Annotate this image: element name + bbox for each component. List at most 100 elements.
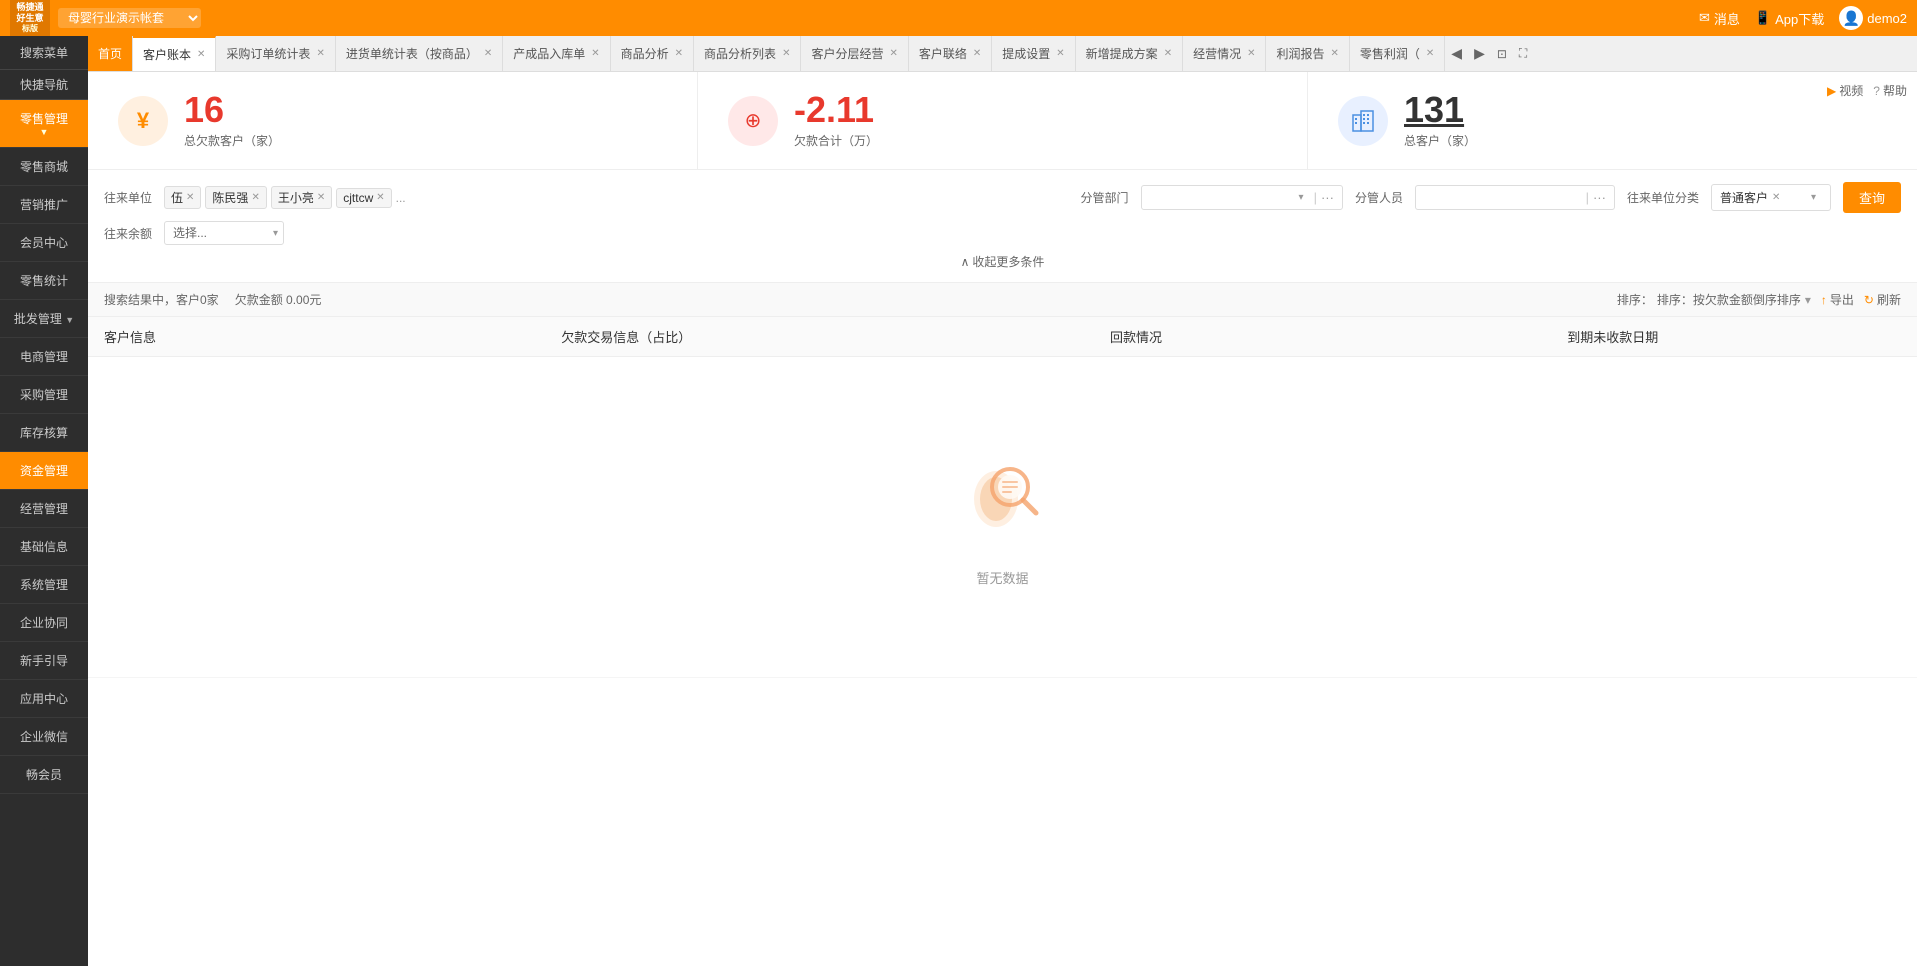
- export-icon: ↑: [1821, 293, 1827, 307]
- tag-close-cjttcw[interactable]: ✕: [376, 192, 384, 203]
- tab-label: 提成设置: [1002, 45, 1050, 62]
- tab-customer-book[interactable]: 客户账本 ✕: [133, 36, 216, 72]
- person-input-field[interactable]: [1424, 191, 1582, 205]
- stats-row: ▶ 视频 ? 帮助 ¥ 16: [88, 72, 1917, 170]
- export-btn[interactable]: ↑ 导出: [1821, 291, 1854, 308]
- stat-number-total-customers[interactable]: 131: [1404, 92, 1476, 128]
- avatar: 👤: [1839, 6, 1863, 30]
- tab-close-btn[interactable]: ✕: [484, 48, 492, 59]
- dept-more-icon[interactable]: ···: [1321, 190, 1334, 205]
- tab-close-btn[interactable]: ✕: [1426, 48, 1434, 59]
- filter-dept-input: ▾ | ···: [1141, 185, 1343, 210]
- app-subtitle: 标版: [22, 24, 38, 33]
- tab-customer-segment[interactable]: 客户分层经营 ✕: [801, 36, 908, 72]
- query-button[interactable]: 查询: [1843, 182, 1901, 213]
- sidebar-item-basic-info[interactable]: 基础信息: [0, 528, 88, 566]
- tabs-fullscreen-btn[interactable]: ⛶: [1513, 46, 1533, 61]
- sidebar-item-vip-member[interactable]: 畅会员: [0, 756, 88, 794]
- tabs-prev-btn[interactable]: ◀: [1445, 45, 1468, 62]
- filter-label-category: 往来单位分类: [1627, 189, 1699, 206]
- app-logo: 畅捷通 好生意 标版: [10, 0, 50, 36]
- tab-close-btn[interactable]: ✕: [1247, 48, 1255, 59]
- sidebar-item-retail-stats[interactable]: 零售统计: [0, 262, 88, 300]
- user-menu[interactable]: 👤 demo2: [1839, 6, 1907, 30]
- sidebar-item-enterprise-wechat[interactable]: 企业微信: [0, 718, 88, 756]
- sidebar-item-retail-shop[interactable]: 零售商城: [0, 148, 88, 186]
- refresh-icon: ↻: [1864, 293, 1874, 307]
- collapse-label: 收起更多条件: [972, 253, 1044, 270]
- person-more-icon[interactable]: ···: [1593, 190, 1606, 205]
- tab-close-btn[interactable]: ✕: [675, 48, 683, 59]
- filter-balance-select[interactable]: 选择...: [164, 221, 284, 245]
- tabs-menu-btn[interactable]: ⊡: [1491, 47, 1513, 61]
- table-summary: 搜索结果中，客户0家 欠款金额 0.00元: [104, 291, 321, 308]
- tab-close-btn[interactable]: ✕: [316, 48, 324, 59]
- sidebar-item-business-mgmt[interactable]: 经营管理: [0, 490, 88, 528]
- sidebar-item-wholesale-mgmt[interactable]: 批发管理 ▼: [0, 300, 88, 338]
- sidebar-search[interactable]: 搜索菜单: [0, 36, 88, 70]
- top-bar-left: 畅捷通 好生意 标版 母婴行业演示帐套: [10, 0, 201, 36]
- tag-close-ou[interactable]: ✕: [186, 192, 194, 203]
- sort-select-wrap: 排序： 排序：按欠款金额倒序排序 ▾: [1617, 291, 1811, 308]
- stat-icon-amount: ⊕: [728, 96, 778, 146]
- tab-close-btn[interactable]: ✕: [973, 48, 981, 59]
- sidebar-item-label: 零售管理: [6, 110, 82, 127]
- sort-label: 排序：: [1617, 291, 1653, 308]
- tab-product-analysis-list[interactable]: 商品分析列表 ✕: [694, 36, 801, 72]
- sidebar-item-finance-mgmt[interactable]: 资金管理: [0, 452, 88, 490]
- sidebar-item-member-center[interactable]: 会员中心: [0, 224, 88, 262]
- sidebar-item-ecommerce[interactable]: 电商管理: [0, 338, 88, 376]
- collapse-btn[interactable]: ∧ 收起更多条件: [961, 253, 1045, 270]
- sidebar-quick-nav[interactable]: 快捷导航: [0, 70, 88, 100]
- sidebar-item-system-mgmt[interactable]: 系统管理: [0, 566, 88, 604]
- credit-icon: ⊕: [745, 108, 762, 133]
- dept-input-field[interactable]: [1150, 191, 1305, 205]
- table-row: 暂无数据: [88, 357, 1917, 678]
- tab-purchase-stats[interactable]: 进货单统计表（按商品） ✕: [336, 36, 503, 72]
- tab-close-btn[interactable]: ✕: [197, 49, 205, 60]
- stat-label-credit-customers: 总欠款客户（家）: [184, 132, 280, 149]
- tab-product-analysis[interactable]: 商品分析 ✕: [611, 36, 694, 72]
- tab-close-btn[interactable]: ✕: [782, 48, 790, 59]
- tab-profit-report[interactable]: 利润报告 ✕: [1266, 36, 1349, 72]
- tab-customer-contact[interactable]: 客户联络 ✕: [909, 36, 992, 72]
- sidebar-item-purchase-mgmt[interactable]: 采购管理: [0, 376, 88, 414]
- sidebar-item-new-user-guide[interactable]: 新手引导: [0, 642, 88, 680]
- tab-close-btn[interactable]: ✕: [1331, 48, 1339, 59]
- more-tags-btn[interactable]: ...: [396, 191, 406, 205]
- tab-close-btn[interactable]: ✕: [1056, 48, 1064, 59]
- sidebar-item-marketing[interactable]: 营销推广: [0, 186, 88, 224]
- filter-label-unit: 往来单位: [104, 189, 152, 206]
- tab-label: 客户账本: [143, 46, 191, 63]
- tab-business-status[interactable]: 经营情况 ✕: [1183, 36, 1266, 72]
- tab-cost-receipt[interactable]: 产成品入库单 ✕: [503, 36, 610, 72]
- account-select[interactable]: 母婴行业演示帐套: [58, 8, 201, 28]
- tab-retail-profit[interactable]: 零售利润（ ✕: [1350, 36, 1445, 72]
- category-tag-close[interactable]: ✕: [1772, 192, 1780, 203]
- sidebar-item-enterprise-collab[interactable]: 企业协同: [0, 604, 88, 642]
- tab-close-btn[interactable]: ✕: [889, 48, 897, 59]
- refresh-btn[interactable]: ↻ 刷新: [1864, 291, 1901, 308]
- category-tag-label: 普通客户: [1720, 189, 1768, 206]
- tag-close-wang[interactable]: ✕: [317, 192, 325, 203]
- empty-icon: [958, 447, 1048, 556]
- app-download-btn[interactable]: 📱 App下载: [1755, 9, 1824, 28]
- sidebar-item-inventory[interactable]: 库存核算: [0, 414, 88, 452]
- stat-number-credit-customers[interactable]: 16: [184, 92, 280, 128]
- tab-close-btn[interactable]: ✕: [1164, 48, 1172, 59]
- stat-label-total-customers: 总客户（家）: [1404, 132, 1476, 149]
- tabs-next-btn[interactable]: ▶: [1468, 45, 1491, 62]
- tab-purchase-order[interactable]: 采购订单统计表 ✕: [216, 36, 335, 72]
- message-btn[interactable]: ✉ 消息: [1699, 9, 1740, 28]
- tab-new-commission[interactable]: 新增提成方案 ✕: [1076, 36, 1183, 72]
- tab-close-btn[interactable]: ✕: [591, 48, 599, 59]
- tab-label: 新增提成方案: [1086, 45, 1158, 62]
- tab-home[interactable]: 首页: [88, 36, 133, 72]
- sidebar-item-app-center[interactable]: 应用中心: [0, 680, 88, 718]
- tab-commission-settings[interactable]: 提成设置 ✕: [992, 36, 1075, 72]
- tag-close-chen[interactable]: ✕: [251, 192, 259, 203]
- stat-info-amount: -2.11 欠款合计（万）: [794, 92, 878, 149]
- sidebar-item-retail-mgmt[interactable]: 零售管理 ▼: [0, 100, 88, 148]
- divider2: |: [1586, 190, 1589, 205]
- tab-label: 产成品入库单: [513, 45, 585, 62]
